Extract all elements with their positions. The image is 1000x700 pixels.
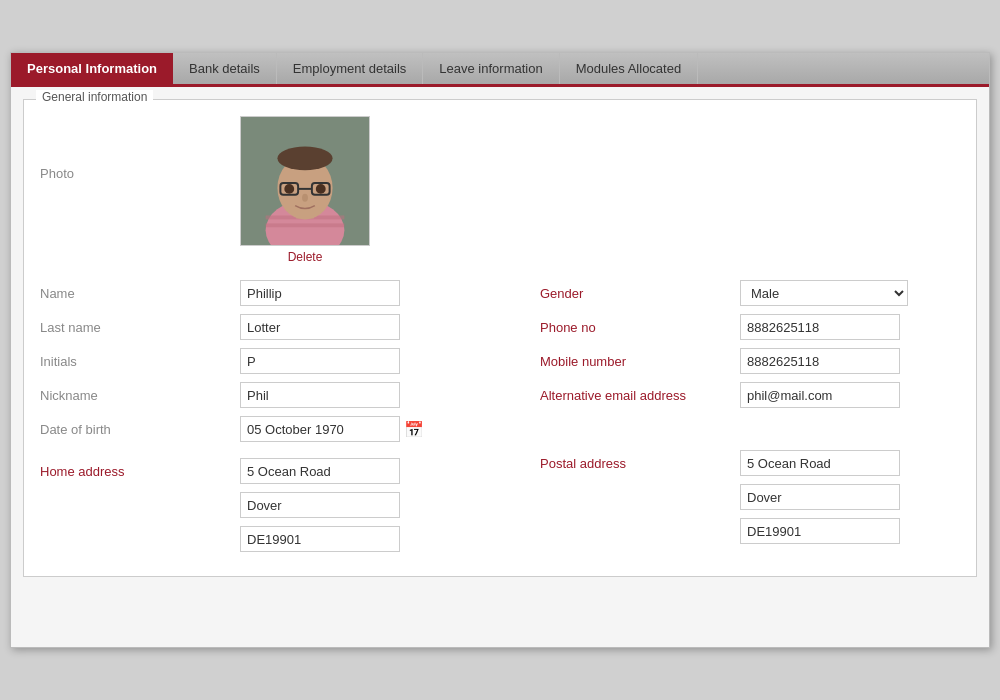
home-address-line3-input[interactable]: [240, 526, 400, 552]
delete-photo-link[interactable]: Delete: [288, 250, 323, 264]
phone-input[interactable]: [740, 314, 900, 340]
home-address-line1-input[interactable]: [240, 458, 400, 484]
dob-row: Date of birth 📅: [40, 416, 500, 442]
alt-email-label: Alternative email address: [540, 388, 740, 403]
phone-row: Phone no: [540, 314, 960, 340]
mobile-row: Mobile number: [540, 348, 960, 374]
date-row: 📅: [240, 416, 424, 442]
postal-address-line3-row: [540, 518, 960, 544]
gender-select[interactable]: Male Female Other: [740, 280, 908, 306]
tab-personal-information[interactable]: Personal Information: [11, 53, 173, 84]
postal-address-line2-input[interactable]: [740, 484, 900, 510]
svg-rect-3: [266, 223, 345, 227]
initials-label: Initials: [40, 354, 240, 369]
tab-employment-details[interactable]: Employment details: [277, 53, 423, 84]
app-container: Personal Information Bank details Employ…: [10, 52, 990, 648]
initials-row: Initials: [40, 348, 500, 374]
home-address-line3-row: [40, 526, 500, 552]
name-input[interactable]: [240, 280, 400, 306]
tab-leave-information[interactable]: Leave information: [423, 53, 559, 84]
phone-label: Phone no: [540, 320, 740, 335]
photo-label: Photo: [40, 116, 240, 181]
svg-point-11: [316, 184, 326, 194]
home-address-row: Home address: [40, 458, 500, 484]
general-information-section: General information Photo: [23, 99, 977, 577]
form-grid: Name Last name Initials Nickname: [40, 280, 960, 560]
name-row: Name: [40, 280, 500, 306]
photo-section: Photo: [40, 116, 960, 264]
postal-address-line2-row: [540, 484, 960, 510]
form-right-column: Gender Male Female Other Phone no Mobile…: [500, 280, 960, 560]
alt-email-row: Alternative email address: [540, 382, 960, 408]
dob-label: Date of birth: [40, 422, 240, 437]
lastname-row: Last name: [40, 314, 500, 340]
home-address-line2-row: [40, 492, 500, 518]
mobile-input[interactable]: [740, 348, 900, 374]
nickname-label: Nickname: [40, 388, 240, 403]
name-label: Name: [40, 286, 240, 301]
gender-row: Gender Male Female Other: [540, 280, 960, 306]
postal-address-row: Postal address: [540, 450, 960, 476]
calendar-icon[interactable]: 📅: [404, 420, 424, 439]
postal-address-label: Postal address: [540, 456, 740, 471]
dob-input[interactable]: [240, 416, 400, 442]
home-address-line2-input[interactable]: [240, 492, 400, 518]
tab-modules-allocated[interactable]: Modules Allocated: [560, 53, 699, 84]
photo-container: Delete: [240, 116, 370, 264]
svg-point-6: [277, 147, 332, 171]
initials-input[interactable]: [240, 348, 400, 374]
nickname-input[interactable]: [240, 382, 400, 408]
gender-label: Gender: [540, 286, 740, 301]
lastname-input[interactable]: [240, 314, 400, 340]
person-photo-svg: [241, 116, 369, 246]
postal-address-line1-input[interactable]: [740, 450, 900, 476]
mobile-label: Mobile number: [540, 354, 740, 369]
content-area: General information Photo: [11, 87, 989, 647]
form-left-column: Name Last name Initials Nickname: [40, 280, 500, 560]
tab-bank-details[interactable]: Bank details: [173, 53, 277, 84]
tab-bar: Personal Information Bank details Employ…: [11, 53, 989, 87]
postal-address-line3-input[interactable]: [740, 518, 900, 544]
svg-point-10: [284, 184, 294, 194]
photo-placeholder: [240, 116, 370, 246]
svg-point-12: [302, 194, 308, 202]
home-address-label: Home address: [40, 464, 240, 479]
section-legend: General information: [36, 90, 153, 104]
lastname-label: Last name: [40, 320, 240, 335]
alt-email-input[interactable]: [740, 382, 900, 408]
nickname-row: Nickname: [40, 382, 500, 408]
